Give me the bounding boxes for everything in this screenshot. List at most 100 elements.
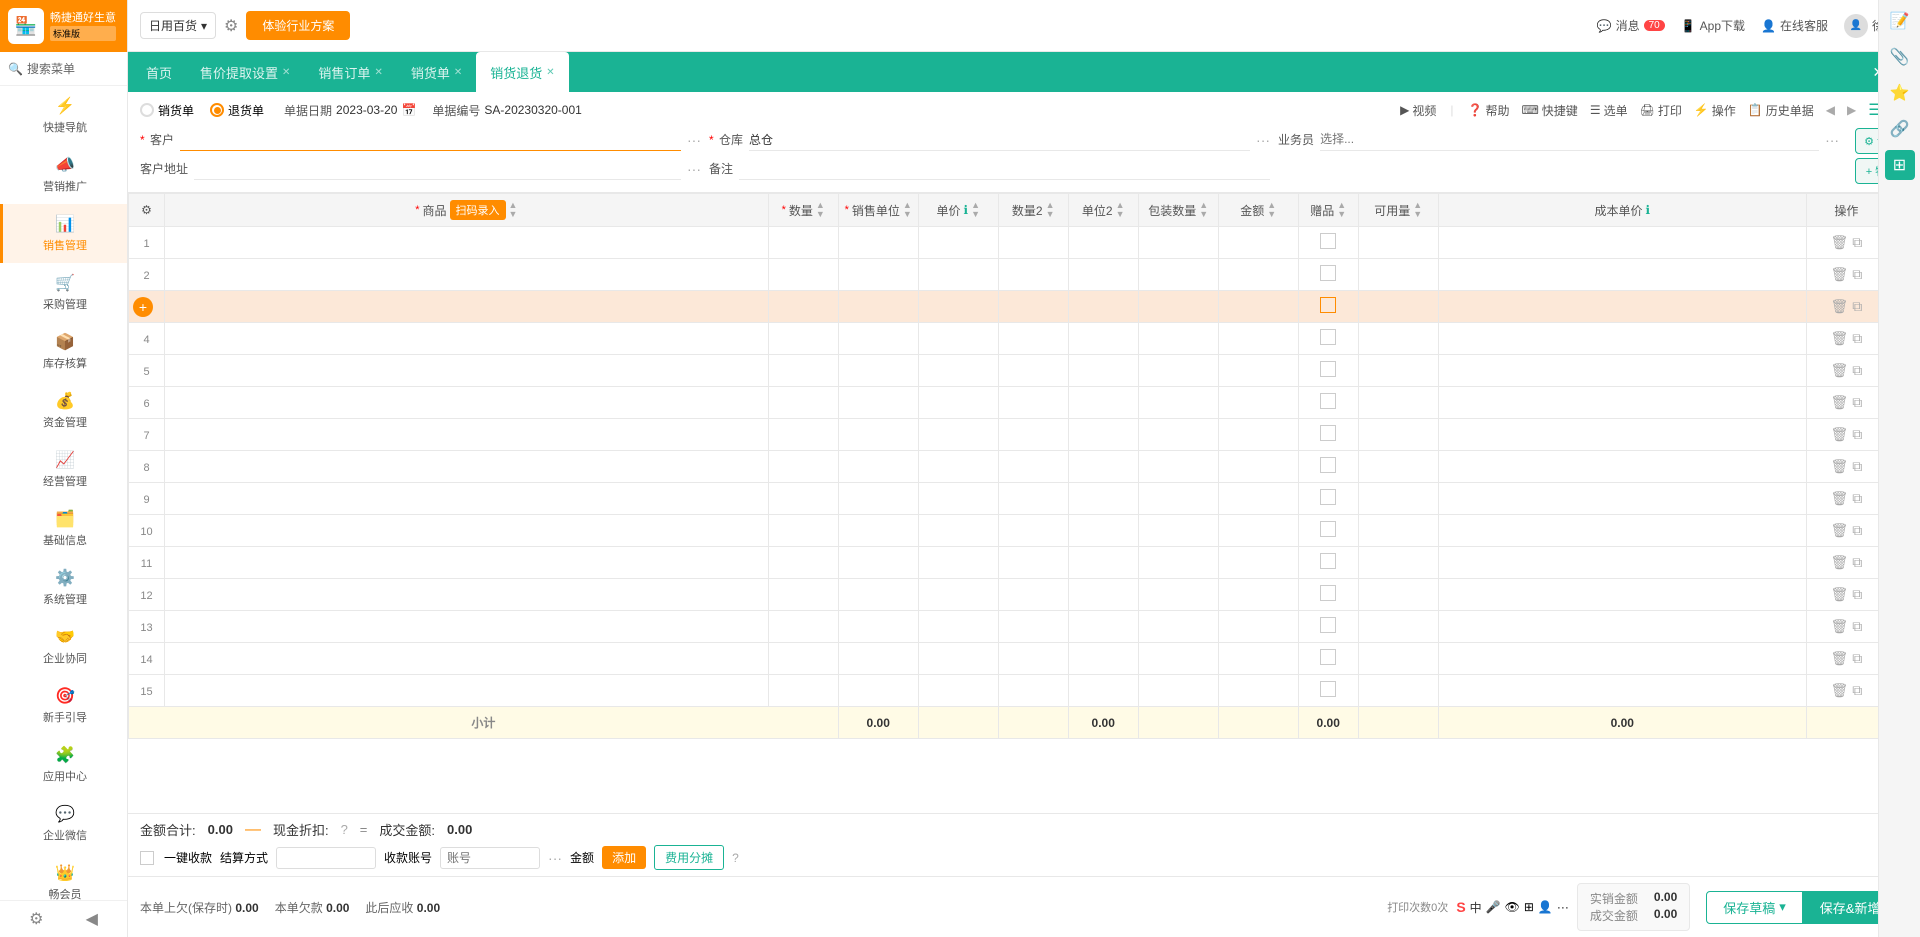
row3-price[interactable] — [918, 291, 998, 323]
row2-unit2[interactable] — [1068, 259, 1138, 291]
customer-dots-icon[interactable]: ··· — [687, 132, 701, 148]
product-sort-icon[interactable]: ▲▼ — [509, 201, 518, 219]
row3-copy-icon[interactable]: ⧉ — [1852, 298, 1862, 315]
price-sort-icon[interactable]: ▲▼ — [971, 201, 980, 219]
row1-amount[interactable] — [1218, 227, 1298, 259]
warehouse-input[interactable] — [749, 128, 1250, 151]
row2-available[interactable] — [1358, 259, 1438, 291]
tab-sale-out[interactable]: 销货单 ✕ — [397, 52, 476, 92]
unit2-sort-icon[interactable]: ▲▼ — [1116, 201, 1125, 219]
row2-qty[interactable] — [768, 259, 838, 291]
warehouse-dots-icon[interactable]: ··· — [1256, 132, 1270, 148]
toolbar-select[interactable]: ☰ 选单 — [1590, 102, 1628, 119]
sidebar-item-yingxiao[interactable]: 📣 营销推广 — [0, 145, 127, 204]
sidebar-item-jingying[interactable]: 📈 经营管理 — [0, 440, 127, 499]
row2-qty2[interactable] — [998, 259, 1068, 291]
th-settings[interactable]: ⚙ — [129, 194, 165, 227]
sidebar-item-zijin[interactable]: 💰 资金管理 — [0, 381, 127, 440]
toolbar-help[interactable]: ❓ 帮助 — [1468, 102, 1510, 119]
right-panel-table-icon[interactable]: ⊞ — [1885, 150, 1915, 180]
tab-sale-return-close[interactable]: ✕ — [546, 67, 554, 78]
tab-sale-out-close[interactable]: ✕ — [454, 67, 462, 78]
row12-copy-icon[interactable]: ⧉ — [1852, 586, 1862, 603]
app-download-item[interactable]: 📱 App下载 — [1681, 17, 1745, 34]
status-icon-more[interactable]: ··· — [1557, 900, 1569, 914]
amount-sort-icon[interactable]: ▲▼ — [1267, 201, 1276, 219]
right-panel-link-icon[interactable]: 🔗 — [1885, 114, 1915, 144]
sale-unit-sort-icon[interactable]: ▲▼ — [903, 201, 912, 219]
row9-delete-icon[interactable]: 🗑 — [1830, 490, 1848, 507]
calendar-icon[interactable]: 📅 — [401, 103, 416, 117]
row3-pack-qty[interactable] — [1138, 291, 1218, 323]
salesperson-input[interactable] — [1320, 128, 1819, 151]
help-icon-calc[interactable]: ? — [341, 822, 348, 837]
status-icon-mic[interactable]: 🎤 — [1486, 900, 1501, 914]
row14-delete-icon[interactable]: 🗑 — [1830, 650, 1848, 667]
radio-return[interactable]: 退货单 — [210, 102, 264, 119]
sidebar-item-xiaoshou[interactable]: 📊 销售管理 — [0, 204, 127, 263]
row8-delete-icon[interactable]: 🗑 — [1830, 458, 1848, 475]
sidebar-item-kuaijie[interactable]: ⚡ 快捷导航 — [0, 86, 127, 145]
price-info-icon[interactable]: ℹ — [964, 203, 969, 217]
row9-copy-icon[interactable]: ⧉ — [1852, 490, 1862, 507]
row3-delete-icon[interactable]: 🗑 — [1830, 298, 1848, 315]
row1-unit2[interactable] — [1068, 227, 1138, 259]
sidebar-settings-btn[interactable]: ⚙ — [29, 909, 43, 929]
row3-cost-price[interactable] — [1438, 291, 1806, 323]
history-next-icon[interactable]: ▶ — [1847, 103, 1856, 117]
row1-qty2[interactable] — [998, 227, 1068, 259]
row3-amount[interactable] — [1218, 291, 1298, 323]
row7-copy-icon[interactable]: ⧉ — [1852, 426, 1862, 443]
row1-available[interactable] — [1358, 227, 1438, 259]
row1-copy-icon[interactable]: ⧉ — [1852, 234, 1862, 251]
status-icon-eye[interactable]: 👁 — [1505, 900, 1520, 914]
row15-copy-icon[interactable]: ⧉ — [1852, 682, 1862, 699]
toolbar-operate[interactable]: ⚡ 操作 — [1694, 102, 1736, 119]
row4-delete-icon[interactable]: 🗑 — [1830, 330, 1848, 347]
row1-delete-icon[interactable]: 🗑 — [1830, 234, 1848, 251]
row3-product-input[interactable] — [169, 300, 764, 314]
row6-delete-icon[interactable]: 🗑 — [1830, 394, 1848, 411]
row2-pack-qty[interactable] — [1138, 259, 1218, 291]
account-input[interactable] — [440, 847, 540, 869]
row3-gift[interactable] — [1298, 291, 1358, 323]
sidebar-item-qiye[interactable]: 🤝 企业协同 — [0, 617, 127, 676]
row11-delete-icon[interactable]: 🗑 — [1830, 554, 1848, 571]
row1-gift[interactable] — [1298, 227, 1358, 259]
row1-product[interactable] — [165, 227, 769, 259]
row3-available[interactable] — [1358, 291, 1438, 323]
row12-delete-icon[interactable]: 🗑 — [1830, 586, 1848, 603]
split-btn[interactable]: 费用分摊 — [654, 845, 724, 870]
row2-sale-unit[interactable] — [838, 259, 918, 291]
tab-sale-price-close[interactable]: ✕ — [282, 67, 290, 78]
qty2-sort-icon[interactable]: ▲▼ — [1046, 201, 1055, 219]
add-btn[interactable]: 添加 — [602, 846, 646, 869]
status-icon-table2[interactable]: ⊞ — [1524, 900, 1534, 914]
row3-sale-unit[interactable] — [838, 291, 918, 323]
row3-product[interactable] — [165, 291, 769, 323]
tab-sale-order[interactable]: 销售订单 ✕ — [304, 52, 396, 92]
row10-delete-icon[interactable]: 🗑 — [1830, 522, 1848, 539]
sidebar-item-xinshou[interactable]: 🎯 新手引导 — [0, 676, 127, 735]
qty-sort-icon[interactable]: ▲▼ — [816, 201, 825, 219]
row1-cost-price[interactable] — [1438, 227, 1806, 259]
toolbar-shortcut[interactable]: ⌨ 快捷键 — [1521, 102, 1577, 119]
row2-price[interactable] — [918, 259, 998, 291]
row10-copy-icon[interactable]: ⧉ — [1852, 522, 1862, 539]
packqty-sort-icon[interactable]: ▲▼ — [1199, 201, 1208, 219]
table-container[interactable]: ⚙ * 商品 扫码录入 ▲▼ — [128, 193, 1920, 813]
row2-delete-icon[interactable]: 🗑 — [1830, 266, 1848, 283]
one-click-payment-checkbox[interactable] — [140, 851, 154, 865]
gift-sort-icon[interactable]: ▲▼ — [1337, 201, 1346, 219]
row2-copy-icon[interactable]: ⧉ — [1852, 266, 1862, 283]
tab-home[interactable]: 首页 — [132, 52, 186, 92]
sidebar-item-kucun[interactable]: 📦 库存核算 — [0, 322, 127, 381]
online-service-item[interactable]: 👤 在线客服 — [1761, 17, 1828, 34]
row7-delete-icon[interactable]: 🗑 — [1830, 426, 1848, 443]
payment-method-input[interactable] — [276, 847, 376, 869]
remark-input[interactable] — [739, 157, 1270, 180]
split-help-icon[interactable]: ? — [732, 851, 739, 865]
available-sort-icon[interactable]: ▲▼ — [1413, 201, 1422, 219]
row2-amount[interactable] — [1218, 259, 1298, 291]
experience-btn[interactable]: 体验行业方案 — [246, 11, 350, 40]
